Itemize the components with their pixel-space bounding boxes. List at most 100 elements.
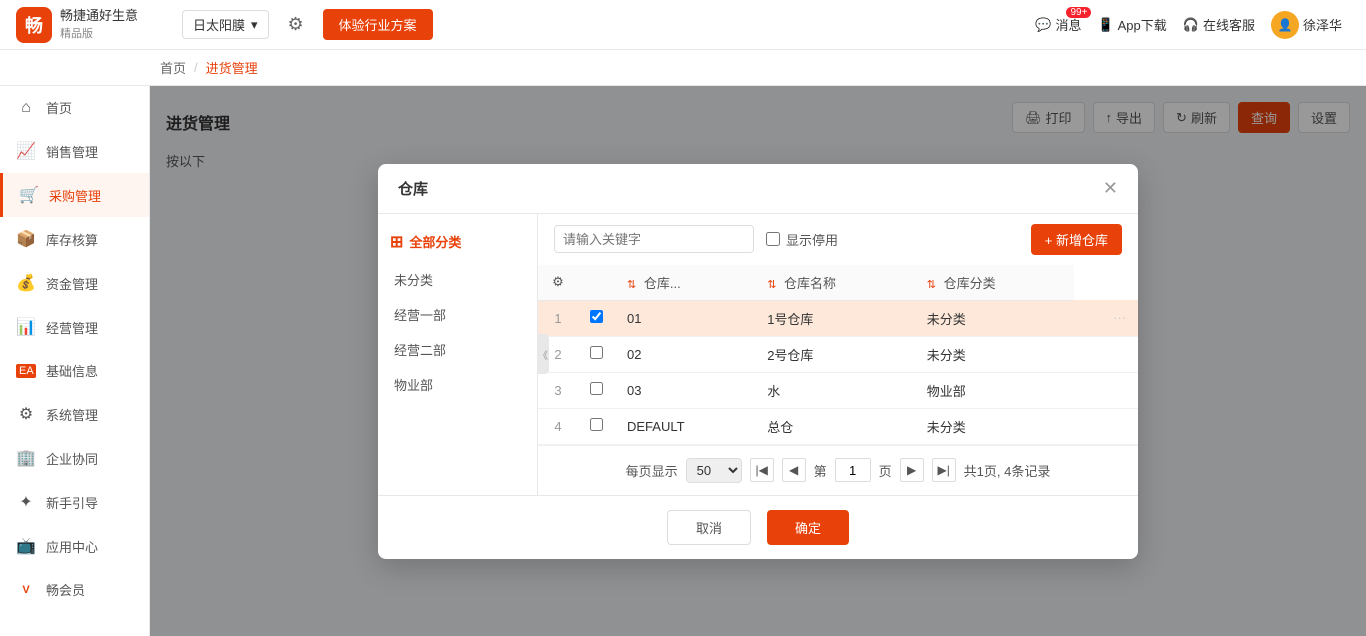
- sidebar-item-basic[interactable]: EA 基础信息: [0, 349, 149, 392]
- page-input[interactable]: [835, 458, 871, 482]
- sidebar-item-member[interactable]: V 畅会员: [0, 568, 149, 611]
- show-disabled-label: 显示停用: [786, 230, 838, 249]
- phone-icon: 📱: [1097, 17, 1113, 33]
- settings-icon[interactable]: ⚙: [281, 10, 311, 40]
- trial-button[interactable]: 体验行业方案: [323, 9, 433, 40]
- show-disabled-checkbox[interactable]: [766, 232, 780, 246]
- online-service-nav[interactable]: 🎧 在线客服: [1183, 15, 1255, 34]
- tree-item-property[interactable]: 物业部: [378, 367, 537, 402]
- row-num: 1: [538, 300, 578, 336]
- col-settings: ⚙: [538, 265, 578, 301]
- purchase-icon: 🛒: [19, 185, 39, 205]
- main-content: 进货管理 🖨 打印 ↑ 导出 ↻ 刷新 查询 设置 按以下 仓库 ✕: [150, 86, 1366, 636]
- row-code: 02: [615, 336, 755, 372]
- table-body: 1 01 1号仓库 未分类 ··· 2 02 2号仓库 未分类 3 03 水 物…: [538, 300, 1138, 444]
- warehouse-table-wrap: ⚙ ⇅ 仓库... ⇅ 仓库名称: [538, 265, 1138, 445]
- tree-collapse-btn[interactable]: 《: [537, 334, 549, 374]
- user-nav[interactable]: 👤 徐泽华: [1271, 11, 1342, 39]
- sidebar-item-operation[interactable]: 📊 经营管理: [0, 305, 149, 349]
- sidebar-item-home[interactable]: ⌂ 首页: [0, 86, 149, 129]
- message-nav-item[interactable]: 💬 消息 99+: [1035, 15, 1081, 34]
- table-row[interactable]: 3 03 水 物业部: [538, 372, 1138, 408]
- confirm-button[interactable]: 确定: [767, 510, 849, 545]
- page-next-btn[interactable]: ▶: [900, 458, 924, 482]
- sidebar-item-guide[interactable]: ✦ 新手引导: [0, 480, 149, 524]
- headset-icon: 🎧: [1183, 17, 1199, 33]
- sales-icon: 📈: [16, 141, 36, 161]
- store-selector[interactable]: 日太阳膜 ▾: [182, 10, 269, 39]
- brand-sub: 精品版: [60, 25, 138, 41]
- breadcrumb-home[interactable]: 首页: [160, 58, 186, 77]
- row-more-icon[interactable]: ···: [1074, 300, 1138, 336]
- col-category: ⇅ 仓库分类: [915, 265, 1075, 301]
- sidebar-label-appcenter: 应用中心: [46, 537, 98, 556]
- table-row[interactable]: 2 02 2号仓库 未分类: [538, 336, 1138, 372]
- sort-icon: ⇅: [627, 279, 636, 291]
- sidebar-item-purchase[interactable]: 🛒 采购管理: [0, 173, 149, 217]
- row-checkbox-cell: [578, 300, 615, 336]
- table-row[interactable]: 1 01 1号仓库 未分类 ···: [538, 300, 1138, 336]
- app-download-nav[interactable]: 📱 App下载: [1097, 15, 1166, 34]
- cancel-button[interactable]: 取消: [667, 510, 751, 545]
- message-badge: 99+: [1066, 7, 1091, 18]
- row-checkbox[interactable]: [590, 382, 603, 395]
- brand-logo: 畅 畅捷通好生意 精品版: [16, 7, 166, 43]
- row-checkbox[interactable]: [590, 346, 603, 359]
- row-checkbox[interactable]: [590, 310, 603, 323]
- operation-icon: 📊: [16, 317, 36, 337]
- breadcrumb-separator: /: [194, 60, 198, 75]
- nav-right: 💬 消息 99+ 📱 App下载 🎧 在线客服 👤 徐泽华: [1035, 11, 1350, 39]
- sidebar-item-enterprise[interactable]: 🏢 企业协同: [0, 436, 149, 480]
- sidebar-label-finance: 资金管理: [46, 274, 98, 293]
- search-icon[interactable]: 🔍: [747, 226, 754, 252]
- guide-icon: ✦: [16, 492, 36, 512]
- row-name: 2号仓库: [755, 336, 915, 372]
- sidebar-item-appcenter[interactable]: 📺 应用中心: [0, 524, 149, 568]
- sidebar-item-inventory[interactable]: 📦 库存核算: [0, 217, 149, 261]
- app-label: App下载: [1118, 15, 1167, 34]
- row-checkbox-cell: [578, 372, 615, 408]
- sidebar-item-finance[interactable]: 💰 资金管理: [0, 261, 149, 305]
- page-last-btn[interactable]: ▶|: [932, 458, 956, 482]
- category-tree: ⊞ 全部分类 未分类 经营一部 经营二部 物业部 《: [378, 214, 538, 495]
- page-first-btn[interactable]: |◀: [750, 458, 774, 482]
- breadcrumb-bar: 首页 / 进货管理: [0, 50, 1366, 86]
- total-label: 共1页, 4条记录: [964, 461, 1051, 480]
- sidebar-label-enterprise: 企业协同: [46, 449, 98, 468]
- col-checkbox: [578, 265, 615, 301]
- member-icon: V: [16, 584, 36, 596]
- grid-icon: ⊞: [390, 232, 403, 252]
- message-icon: 💬: [1035, 17, 1051, 33]
- warehouse-table: ⚙ ⇅ 仓库... ⇅ 仓库名称: [538, 265, 1138, 445]
- tree-item-unclassified[interactable]: 未分类: [378, 262, 537, 297]
- table-toolbar: 🔍 显示停用 + 新增仓库: [538, 214, 1138, 265]
- new-warehouse-button[interactable]: + 新增仓库: [1031, 224, 1122, 255]
- sidebar-label-inventory: 库存核算: [46, 230, 98, 249]
- tree-item-dept1[interactable]: 经营一部: [378, 297, 537, 332]
- sidebar-label-member: 畅会员: [46, 580, 85, 599]
- nav-center: 日太阳膜 ▾ ⚙ 体验行业方案: [166, 9, 1035, 40]
- close-icon[interactable]: ✕: [1103, 178, 1118, 199]
- page-prev-btn[interactable]: ◀: [782, 458, 806, 482]
- chevron-down-icon: ▾: [251, 17, 258, 33]
- search-input[interactable]: [555, 227, 747, 252]
- brand-name: 畅捷通好生意: [60, 8, 138, 25]
- home-icon: ⌂: [16, 99, 36, 117]
- sidebar-item-sales[interactable]: 📈 销售管理: [0, 129, 149, 173]
- finance-icon: 💰: [16, 273, 36, 293]
- sidebar-label-system: 系统管理: [46, 405, 98, 424]
- row-name: 1号仓库: [755, 300, 915, 336]
- dialog-footer: 取消 确定: [378, 495, 1138, 559]
- avatar: 👤: [1271, 11, 1299, 39]
- tree-all-category[interactable]: ⊞ 全部分类: [378, 226, 537, 262]
- sidebar-label-basic: 基础信息: [46, 361, 98, 380]
- per-page-select[interactable]: 50 100 200: [686, 458, 742, 483]
- table-head: ⚙ ⇅ 仓库... ⇅ 仓库名称: [538, 265, 1138, 301]
- inventory-icon: 📦: [16, 229, 36, 249]
- search-box: 🔍: [554, 225, 754, 253]
- tree-item-dept2[interactable]: 经营二部: [378, 332, 537, 367]
- col-name: ⇅ 仓库名称: [755, 265, 915, 301]
- sidebar-item-system[interactable]: ⚙ 系统管理: [0, 392, 149, 436]
- table-row[interactable]: 4 DEFAULT 总仓 未分类: [538, 408, 1138, 444]
- row-checkbox[interactable]: [590, 418, 603, 431]
